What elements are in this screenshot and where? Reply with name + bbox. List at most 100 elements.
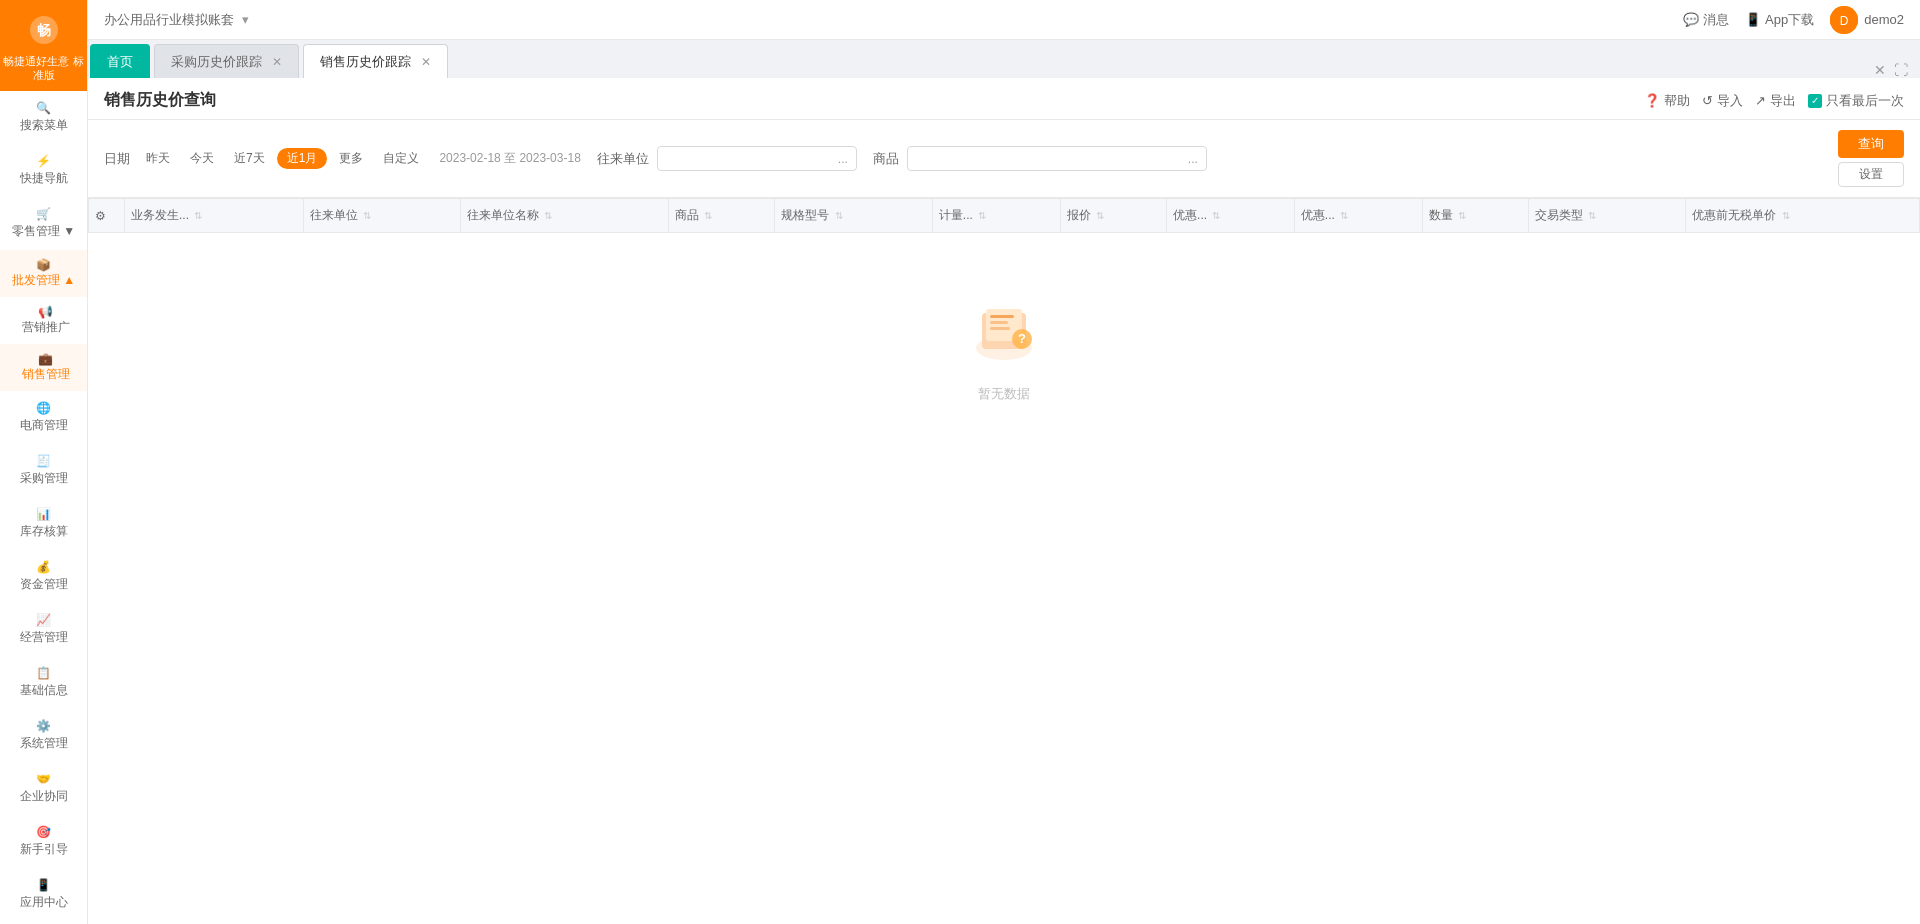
message-button[interactable]: 💬 消息 xyxy=(1683,11,1729,29)
import-icon: ↺ xyxy=(1702,93,1713,108)
counterpart-input-text xyxy=(666,150,798,167)
sort-icon: ⇅ xyxy=(1212,210,1220,221)
sidebar-item-label: 企业协同 xyxy=(20,788,68,805)
app-download-button[interactable]: 📱 App下载 xyxy=(1745,11,1814,29)
table-header-row: ⚙ 业务发生... ⇅ 往来单位 ⇅ 往来单位名称 ⇅ xyxy=(89,199,1920,233)
dropdown-icon[interactable]: ▾ xyxy=(242,12,249,27)
avatar: D xyxy=(1830,6,1858,34)
date-tab-7days[interactable]: 近7天 xyxy=(226,148,273,169)
table-col-spec[interactable]: 规格型号 ⇅ xyxy=(775,199,932,233)
sidebar-item-inventory[interactable]: 📊 库存核算 xyxy=(0,497,87,550)
sidebar-item-sales-mgmt[interactable]: 💼 销售管理 xyxy=(0,344,87,391)
tab-purchase-label: 采购历史价跟踪 xyxy=(171,53,262,71)
table-col-counterpart-code[interactable]: 往来单位 ⇅ xyxy=(303,199,460,233)
gear-icon: ⚙️ xyxy=(36,719,51,733)
sidebar-item-ecom[interactable]: 🌐 电商管理 xyxy=(0,391,87,444)
sidebar-item-retail[interactable]: 🛒 零售管理 ▼ xyxy=(0,197,87,250)
fullscreen-button[interactable]: ⛶ xyxy=(1894,62,1908,78)
topbar: 办公用品行业模拟账套 ▾ 💬 消息 📱 App下载 D demo2 xyxy=(88,0,1920,40)
sidebar-item-basic-info[interactable]: 📋 基础信息 xyxy=(0,656,87,709)
col-label: 交易类型 xyxy=(1535,208,1583,222)
sort-icon: ⇅ xyxy=(363,210,371,221)
query-buttons: 查询 设置 xyxy=(1838,130,1904,187)
sidebar-item-wechat[interactable]: 💬 企业微信 xyxy=(0,921,87,924)
lightning-icon: ⚡ xyxy=(36,154,51,168)
sidebar-item-quick-nav[interactable]: ⚡ 快捷导航 xyxy=(0,144,87,197)
sidebar-item-marketing[interactable]: 📢 营销推广 xyxy=(0,297,87,344)
counterpart-input[interactable]: ... xyxy=(657,146,857,171)
sidebar-item-system[interactable]: ⚙️ 系统管理 xyxy=(0,709,87,762)
page-header: 销售历史价查询 ❓ 帮助 ↺ 导入 ↗ 导出 只看最后一次 xyxy=(88,78,1920,120)
sidebar-item-purchase[interactable]: 🧾 采购管理 xyxy=(0,444,87,497)
tab-home[interactable]: 首页 xyxy=(90,44,150,78)
date-tab-more[interactable]: 更多 xyxy=(331,148,371,169)
sidebar-item-app-center[interactable]: 📱 应用中心 xyxy=(0,868,87,921)
table-col-counterpart-name[interactable]: 往来单位名称 ⇅ xyxy=(460,199,668,233)
table-col-pretax-price[interactable]: 优惠前无税单价 ⇅ xyxy=(1686,199,1920,233)
query-button[interactable]: 查询 xyxy=(1838,130,1904,158)
sidebar-item-label: 资金管理 xyxy=(20,576,68,593)
table-col-biz-date[interactable]: 业务发生... ⇅ xyxy=(125,199,304,233)
svg-rect-8 xyxy=(990,321,1008,324)
user-section: D demo2 xyxy=(1830,6,1904,34)
import-button[interactable]: ↺ 导入 xyxy=(1702,92,1743,110)
sort-icon: ⇅ xyxy=(1588,210,1596,221)
table-col-quantity[interactable]: 数量 ⇅ xyxy=(1422,199,1529,233)
table-col-discount2[interactable]: 优惠... ⇅ xyxy=(1294,199,1422,233)
money-icon: 💰 xyxy=(36,560,51,574)
date-tab-yesterday[interactable]: 昨天 xyxy=(138,148,178,169)
sidebar-item-enterprise[interactable]: 🤝 企业协同 xyxy=(0,762,87,815)
target-icon: 🎯 xyxy=(36,825,51,839)
sidebar-item-label: 库存核算 xyxy=(20,523,68,540)
col-label: 优惠... xyxy=(1301,208,1335,222)
tab-purchase-history[interactable]: 采购历史价跟踪 ✕ xyxy=(154,44,299,78)
message-icon: 💬 xyxy=(1683,12,1699,27)
settings-icon[interactable]: ⚙ xyxy=(95,209,106,223)
sidebar: 畅 畅捷通好生意 标准版 🔍 搜索菜单 ⚡ 快捷导航 🛒 零售管理 ▼ 📦 批发… xyxy=(0,0,88,924)
tab-purchase-close[interactable]: ✕ xyxy=(272,55,282,69)
table-col-unit[interactable]: 计量... ⇅ xyxy=(932,199,1060,233)
date-tab-today[interactable]: 今天 xyxy=(182,148,222,169)
counterpart-label: 往来单位 xyxy=(597,150,649,168)
empty-icon: ? xyxy=(964,293,1044,373)
main-area: 办公用品行业模拟账套 ▾ 💬 消息 📱 App下载 D demo2 首页 xyxy=(88,0,1920,924)
sort-icon: ⇅ xyxy=(978,210,986,221)
export-label: 导出 xyxy=(1770,92,1796,110)
table-col-quote[interactable]: 报价 ⇅ xyxy=(1060,199,1167,233)
export-button[interactable]: ↗ 导出 xyxy=(1755,92,1796,110)
table-col-trade-type[interactable]: 交易类型 ⇅ xyxy=(1529,199,1686,233)
info-icon: 📋 xyxy=(36,666,51,680)
only-last-checkbox[interactable]: 只看最后一次 xyxy=(1808,92,1904,110)
tab-sales-history[interactable]: 销售历史价跟踪 ✕ xyxy=(303,44,448,78)
sidebar-item-label: 基础信息 xyxy=(20,682,68,699)
sidebar-item-label: 销售管理 xyxy=(22,366,70,383)
sort-icon: ⇅ xyxy=(835,210,843,221)
help-button[interactable]: ❓ 帮助 xyxy=(1644,92,1690,110)
col-label: 报价 xyxy=(1067,208,1091,222)
sidebar-item-wholesale[interactable]: 📦 批发管理 ▲ xyxy=(0,250,87,297)
product-filter-group: 商品 ... xyxy=(873,146,1207,171)
tab-sales-close[interactable]: ✕ xyxy=(421,55,431,69)
sidebar-item-finance[interactable]: 💰 资金管理 xyxy=(0,550,87,603)
settings-button[interactable]: 设置 xyxy=(1838,162,1904,187)
table-col-discount1[interactable]: 优惠... ⇅ xyxy=(1167,199,1295,233)
product-label: 商品 xyxy=(873,150,899,168)
svg-text:?: ? xyxy=(1018,331,1026,346)
sort-icon: ⇅ xyxy=(544,210,552,221)
sidebar-item-operations[interactable]: 📈 经营管理 xyxy=(0,603,87,656)
date-tab-1month[interactable]: 近1月 xyxy=(277,148,328,169)
sidebar-item-label: 零售管理 ▼ xyxy=(12,223,75,240)
close-window-button[interactable]: ✕ xyxy=(1874,62,1886,78)
counterpart-dots: ... xyxy=(838,152,848,166)
product-input[interactable]: ... xyxy=(907,146,1207,171)
table-col-product[interactable]: 商品 ⇅ xyxy=(668,199,775,233)
sidebar-item-guide[interactable]: 🎯 新手引导 xyxy=(0,815,87,868)
checkbox-icon xyxy=(1808,94,1822,108)
sidebar-item-search[interactable]: 🔍 搜索菜单 xyxy=(0,91,87,144)
sort-icon: ⇅ xyxy=(1096,210,1104,221)
sidebar-item-label: 应用中心 xyxy=(20,894,68,911)
import-label: 导入 xyxy=(1717,92,1743,110)
col-label: 数量 xyxy=(1429,208,1453,222)
date-tab-custom[interactable]: 自定义 xyxy=(375,148,427,169)
logo-icon: 畅 xyxy=(22,8,66,52)
